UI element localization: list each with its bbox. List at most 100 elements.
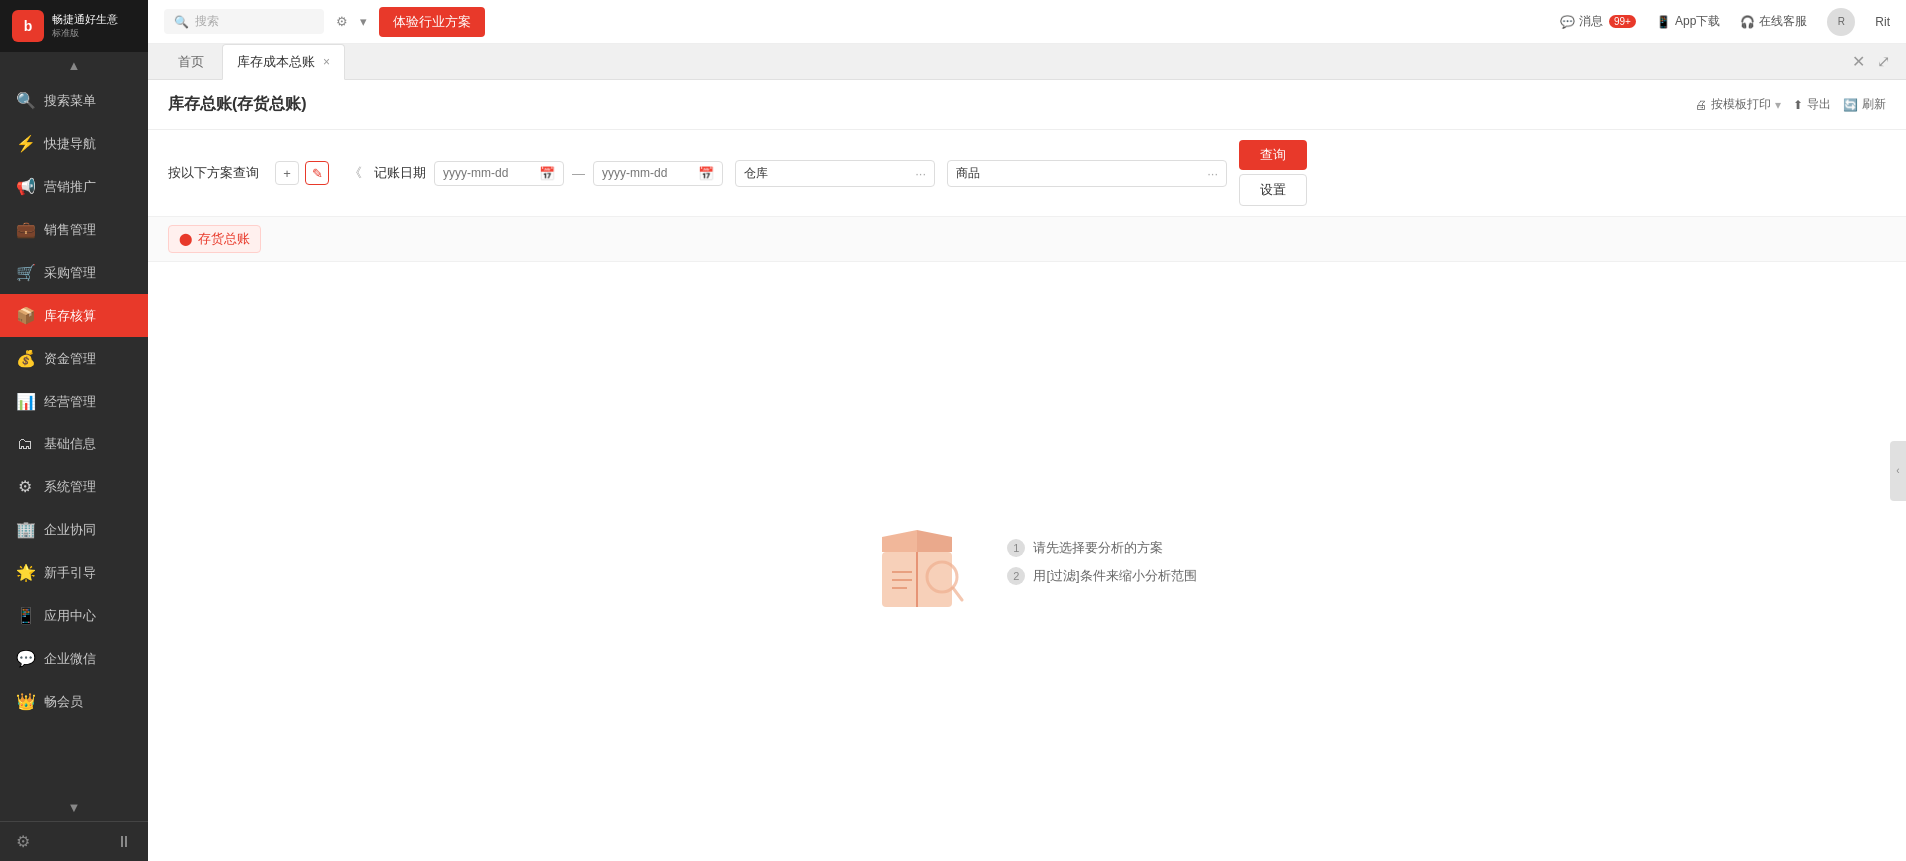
sidebar-label-apps: 应用中心 xyxy=(44,607,96,625)
empty-text-list: 1 请先选择要分析的方案 2 用[过滤]条件来缩小分析范围 xyxy=(1007,539,1196,585)
scroll-up-btn[interactable]: ▲ xyxy=(0,52,148,79)
sidebar-item-wechat[interactable]: 💬 企业微信 xyxy=(0,637,148,680)
filter-label: 按以下方案查询 xyxy=(168,164,259,182)
enterprise-icon: 🏢 xyxy=(16,520,34,539)
sub-filter-item-inventory[interactable]: ⬤ 存货总账 xyxy=(168,225,261,253)
sidebar-label-purchase: 采购管理 xyxy=(44,264,96,282)
date-end-field[interactable] xyxy=(602,166,692,180)
sidebar-label-search: 搜索菜单 xyxy=(44,92,96,110)
sidebar-label-operations: 经营管理 xyxy=(44,393,96,411)
calendar-start-icon[interactable]: 📅 xyxy=(539,166,555,181)
scroll-down-btn[interactable]: ▼ xyxy=(0,794,148,821)
topbar: 🔍 搜索 ⚙ ▾ 体验行业方案 💬 消息 99+ 📱 App下载 🎧 在线客服 … xyxy=(148,0,1906,44)
date-filter-group: 记账日期 📅 — 📅 xyxy=(374,161,723,186)
calendar-end-icon[interactable]: 📅 xyxy=(698,166,714,181)
sub-filter-bar: ⬤ 存货总账 xyxy=(148,217,1906,262)
warehouse-more-icon: ··· xyxy=(915,166,926,181)
sidebar-item-member[interactable]: 👑 畅会员 xyxy=(0,680,148,723)
tab-home-label: 首页 xyxy=(178,53,204,71)
warehouse-select[interactable]: 仓库 ··· xyxy=(735,160,935,187)
member-icon: 👑 xyxy=(16,692,34,711)
refresh-icon: 🔄 xyxy=(1843,98,1858,112)
industry-btn[interactable]: 体验行业方案 xyxy=(379,7,485,37)
sidebar-label-inventory: 库存核算 xyxy=(44,307,96,325)
right-panel-toggle[interactable]: ‹ xyxy=(1890,441,1906,501)
svg-marker-1 xyxy=(882,530,917,552)
sidebar-label-marketing: 营销推广 xyxy=(44,178,96,196)
sidebar-item-inventory[interactable]: 📦 库存核算 xyxy=(0,294,148,337)
topbar-gear-icon[interactable]: ⚙ xyxy=(336,14,348,29)
topbar-dropdown-icon[interactable]: ▾ xyxy=(360,14,367,29)
empty-illustration xyxy=(857,502,977,622)
export-icon: ⬆ xyxy=(1793,98,1803,112)
date-start-input[interactable]: 📅 xyxy=(434,161,564,186)
sidebar-item-enterprise[interactable]: 🏢 企业协同 xyxy=(0,508,148,551)
sidebar-label-wechat: 企业微信 xyxy=(44,650,96,668)
goods-more-icon: ··· xyxy=(1207,166,1218,181)
content-area: 库存总账(存货总账) 🖨 按模板打印 ▾ ⬆ 导出 🔄 刷新 按以下方案查询 xyxy=(148,80,1906,861)
sidebar-item-finance[interactable]: 💰 资金管理 xyxy=(0,337,148,380)
sidebar-label-guide: 新手引导 xyxy=(44,564,96,582)
sidebar-item-shortcut[interactable]: ⚡ 快捷导航 xyxy=(0,122,148,165)
step-num-2: 2 xyxy=(1007,567,1025,585)
finance-icon: 💰 xyxy=(16,349,34,368)
online-service-action[interactable]: 🎧 在线客服 xyxy=(1740,13,1807,30)
tab-close-btn[interactable]: × xyxy=(323,55,330,69)
user-avatar[interactable]: R xyxy=(1827,8,1855,36)
headset-icon: 🎧 xyxy=(1740,15,1755,29)
search-icon: 🔍 xyxy=(16,91,34,110)
sidebar-item-system[interactable]: ⚙ 系统管理 xyxy=(0,465,148,508)
svg-marker-2 xyxy=(917,530,952,552)
export-btn[interactable]: ⬆ 导出 xyxy=(1793,96,1831,113)
app-version: 标准版 xyxy=(52,27,118,40)
app-download-label: App下载 xyxy=(1675,13,1720,30)
tab-home[interactable]: 首页 xyxy=(164,44,218,80)
sidebar-label-member: 畅会员 xyxy=(44,693,83,711)
topbar-search[interactable]: 🔍 搜索 xyxy=(164,9,324,34)
tab-inventory-ledger[interactable]: 库存成本总账 × xyxy=(222,44,345,80)
tab-active-label: 库存成本总账 xyxy=(237,53,315,71)
app-name: 畅捷通好生意 xyxy=(52,12,118,27)
refresh-btn[interactable]: 🔄 刷新 xyxy=(1843,96,1886,113)
message-action[interactable]: 💬 消息 99+ xyxy=(1560,13,1636,30)
date-start-field[interactable] xyxy=(443,166,533,180)
guide-icon: 🌟 xyxy=(16,563,34,582)
step-1-text: 请先选择要分析的方案 xyxy=(1033,539,1163,557)
sidebar-item-sales[interactable]: 💼 销售管理 xyxy=(0,208,148,251)
purchase-icon: 🛒 xyxy=(16,263,34,282)
print-btn[interactable]: 🖨 按模板打印 ▾ xyxy=(1695,96,1781,113)
sidebar-item-basic[interactable]: 🗂 基础信息 xyxy=(0,423,148,465)
search-placeholder: 搜索 xyxy=(195,13,219,30)
topbar-actions: 💬 消息 99+ 📱 App下载 🎧 在线客服 R Rit xyxy=(1560,8,1890,36)
filter-add-btn[interactable]: + xyxy=(275,161,299,185)
sidebar-item-operations[interactable]: 📊 经营管理 xyxy=(0,380,148,423)
sidebar-item-purchase[interactable]: 🛒 采购管理 xyxy=(0,251,148,294)
panel-close-btn[interactable]: ✕ xyxy=(1852,52,1865,71)
goods-select[interactable]: 商品 ··· xyxy=(947,160,1227,187)
settings-icon[interactable]: ⚙ xyxy=(16,832,30,851)
collapse-icon[interactable]: ⏸ xyxy=(116,833,132,851)
message-icon: 💬 xyxy=(1560,15,1575,29)
sidebar-label-enterprise: 企业协同 xyxy=(44,521,96,539)
header-actions: 🖨 按模板打印 ▾ ⬆ 导出 🔄 刷新 xyxy=(1695,96,1886,113)
main-area: 🔍 搜索 ⚙ ▾ 体验行业方案 💬 消息 99+ 📱 App下载 🎧 在线客服 … xyxy=(148,0,1906,861)
print-dropdown-icon[interactable]: ▾ xyxy=(1775,98,1781,112)
app-logo: b 畅捷通好生意 标准版 xyxy=(0,0,148,52)
query-btn[interactable]: 查询 xyxy=(1239,140,1307,170)
date-end-input[interactable]: 📅 xyxy=(593,161,723,186)
sidebar-item-guide[interactable]: 🌟 新手引导 xyxy=(0,551,148,594)
sidebar-item-apps[interactable]: 📱 应用中心 xyxy=(0,594,148,637)
sidebar-nav: 🔍 搜索菜单⚡ 快捷导航📢 营销推广💼 销售管理🛒 采购管理📦 库存核算💰 资金… xyxy=(0,79,148,794)
filter-collapse-btn[interactable]: 《 xyxy=(349,164,362,182)
filter-bar: 按以下方案查询 + ✎ 《 记账日期 📅 — 📅 xyxy=(148,130,1906,217)
filter-edit-btn[interactable]: ✎ xyxy=(305,161,329,185)
basic-icon: 🗂 xyxy=(16,435,34,453)
settings-btn[interactable]: 设置 xyxy=(1239,174,1307,206)
panel-expand-icon[interactable]: ⤢ xyxy=(1877,52,1890,71)
user-name[interactable]: Rit xyxy=(1875,15,1890,29)
app-download-action[interactable]: 📱 App下载 xyxy=(1656,13,1720,30)
goods-label: 商品 xyxy=(956,165,980,182)
marketing-icon: 📢 xyxy=(16,177,34,196)
sidebar-item-search[interactable]: 🔍 搜索菜单 xyxy=(0,79,148,122)
sidebar-item-marketing[interactable]: 📢 营销推广 xyxy=(0,165,148,208)
